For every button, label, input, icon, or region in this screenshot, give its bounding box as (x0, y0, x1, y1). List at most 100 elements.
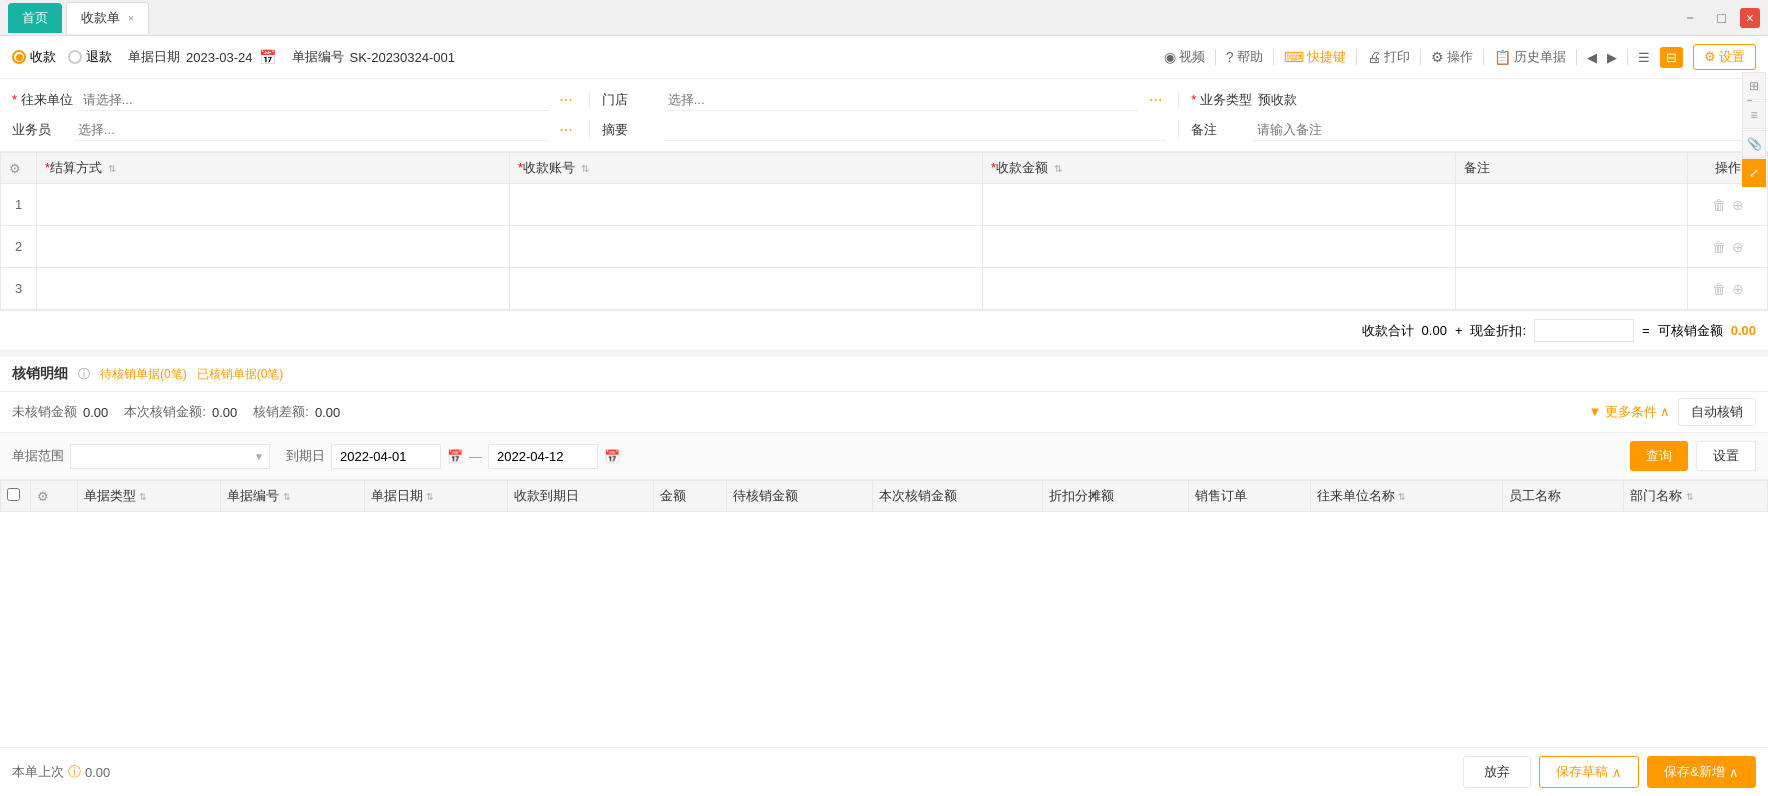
sort-date: ⇅ (426, 492, 434, 502)
cell-settle-1[interactable] (37, 184, 510, 226)
cell-remark-2[interactable] (1456, 226, 1688, 268)
search-settings-label: 设置 (1713, 448, 1739, 463)
discount-input[interactable] (1534, 319, 1634, 342)
cell-remark-3[interactable] (1456, 268, 1688, 310)
col-number-label: 单据编号 (227, 488, 279, 503)
action-form-view[interactable]: ⊟ (1660, 47, 1683, 68)
row-delete-icon-3[interactable]: 🗑 (1712, 281, 1726, 297)
tab-receipt[interactable]: 收款单 × (66, 2, 149, 34)
cell-remark-1[interactable] (1456, 184, 1688, 226)
cell-settle-3[interactable] (37, 268, 510, 310)
col-counterpart-label: 往来单位名称 (1317, 488, 1395, 503)
cell-settle-2[interactable] (37, 226, 510, 268)
action-shortcut[interactable]: ⌨ 快捷键 (1284, 48, 1346, 66)
salesman-input[interactable] (74, 119, 549, 141)
select-all-checkbox[interactable] (7, 488, 20, 501)
date-calendar-icon[interactable]: 📅 (259, 49, 276, 65)
action-history[interactable]: 📋 历史单据 (1494, 48, 1566, 66)
col-remark-th: 备注 (1456, 153, 1688, 184)
radio-receipt[interactable]: 收款 (12, 48, 56, 66)
nav-next-icon: ▶ (1607, 50, 1617, 65)
cell-account-1[interactable] (510, 184, 983, 226)
row-copy-icon-1[interactable]: ⊕ (1732, 197, 1744, 213)
remark-input[interactable] (1253, 119, 1756, 141)
row-delete-icon-2[interactable]: 🗑 (1712, 239, 1726, 255)
range-select-wrapper (70, 444, 270, 469)
action-operate[interactable]: ⚙ 操作 (1431, 48, 1473, 66)
info-circle-icon: ⓘ (78, 366, 90, 383)
salesman-more-icon[interactable]: ··· (555, 121, 576, 139)
row-copy-icon-3[interactable]: ⊕ (1732, 281, 1744, 297)
tab-bar: 首页 收款单 × － □ × (0, 0, 1768, 36)
summary-input[interactable] (664, 119, 1167, 141)
close-button[interactable]: × (1740, 8, 1760, 28)
col-discount-th: 折扣分摊额 (1043, 481, 1189, 512)
radio-refund-label: 退款 (86, 48, 112, 66)
table-settings-icon[interactable]: ⚙ (9, 161, 21, 176)
cell-amount-3[interactable] (983, 268, 1456, 310)
divider2 (1273, 49, 1274, 65)
right-panel-list-icon[interactable]: ≡ (1742, 101, 1766, 129)
action-print[interactable]: 🖨 打印 (1367, 48, 1410, 66)
col-discount-label: 折扣分摊额 (1049, 488, 1114, 503)
pending-badge[interactable]: 待核销单据(0笔) (100, 366, 187, 383)
counterpart-input[interactable] (79, 89, 550, 111)
save-new-button[interactable]: 保存&新增 ∧ (1647, 756, 1756, 788)
abandon-button[interactable]: 放弃 (1463, 756, 1531, 788)
cell-amount-2[interactable] (983, 226, 1456, 268)
settings-button[interactable]: ⚙ 设置 (1693, 44, 1756, 70)
due-date-to[interactable] (488, 444, 598, 469)
done-badge[interactable]: 已核销单据(0笔) (197, 366, 284, 383)
col-pending-label: 待核销金额 (733, 488, 798, 503)
search-settings-button[interactable]: 设置 (1696, 441, 1756, 471)
row-copy-icon-2[interactable]: ⊕ (1732, 239, 1744, 255)
abandon-label: 放弃 (1484, 764, 1510, 779)
action-shortcut-label: 快捷键 (1307, 48, 1346, 66)
radio-refund[interactable]: 退款 (68, 48, 112, 66)
query-button[interactable]: 查询 (1630, 441, 1688, 471)
more-conditions-btn[interactable]: ▼ 更多条件 ∧ (1588, 403, 1670, 421)
auto-cancel-button[interactable]: 自动核销 (1678, 398, 1756, 426)
right-panel-expand-icon[interactable]: ⤢ (1742, 159, 1766, 187)
col-dept-label: 部门名称 (1630, 488, 1682, 503)
right-panel-table-icon[interactable]: ⊞ (1742, 72, 1766, 100)
save-draft-button[interactable]: 保存草稿 ∧ (1539, 756, 1639, 788)
uncanceled-value: 0.00 (83, 405, 108, 420)
counterpart-more-icon[interactable]: ··· (555, 91, 576, 109)
bottom-table-settings-icon[interactable]: ⚙ (37, 489, 49, 504)
cell-amount-1[interactable] (983, 184, 1456, 226)
uncanceled-label: 未核销金额 (12, 403, 77, 421)
col-date-th: 单据日期 ⇅ (364, 481, 507, 512)
maximize-button[interactable]: □ (1711, 8, 1731, 28)
salesman-field: 业务员 ··· (12, 119, 577, 141)
this-cancel-value: 0.00 (212, 405, 237, 420)
due-calendar-from-icon[interactable]: 📅 (447, 449, 463, 464)
due-calendar-to-icon[interactable]: 📅 (604, 449, 620, 464)
action-help[interactable]: ? 帮助 (1226, 48, 1263, 66)
action-list-view[interactable]: ☰ (1638, 50, 1650, 65)
sep1 (589, 90, 590, 110)
right-panel: ⊞ ≡ 📎 ⤢ (1742, 72, 1768, 187)
diff-label: 核销差额: (253, 403, 309, 421)
bottom-info-label: 本单上次 (12, 763, 64, 781)
divider7 (1627, 49, 1628, 65)
col-settings-th: ⚙ (1, 153, 37, 184)
action-nav-prev[interactable]: ◀ (1587, 50, 1597, 65)
info-icon: ⓘ (68, 763, 81, 781)
store-more-icon[interactable]: ··· (1145, 91, 1166, 109)
cell-account-3[interactable] (510, 268, 983, 310)
minimize-button[interactable]: － (1677, 7, 1703, 29)
date-field: 单据日期 2023-03-24 📅 (128, 48, 276, 66)
col-check-th (1, 481, 31, 512)
range-select[interactable] (70, 444, 270, 469)
store-input[interactable] (664, 89, 1139, 111)
right-panel-attach-icon[interactable]: 📎 (1742, 130, 1766, 158)
action-video[interactable]: ◉ 视频 (1164, 48, 1205, 66)
cell-account-2[interactable] (510, 226, 983, 268)
row-delete-icon-1[interactable]: 🗑 (1712, 197, 1726, 213)
tab-close-icon[interactable]: × (128, 12, 134, 24)
due-date-from[interactable] (331, 444, 441, 469)
tab-home[interactable]: 首页 (8, 3, 62, 33)
action-nav-next[interactable]: ▶ (1607, 50, 1617, 65)
col-employee-label: 员工名称 (1509, 488, 1561, 503)
